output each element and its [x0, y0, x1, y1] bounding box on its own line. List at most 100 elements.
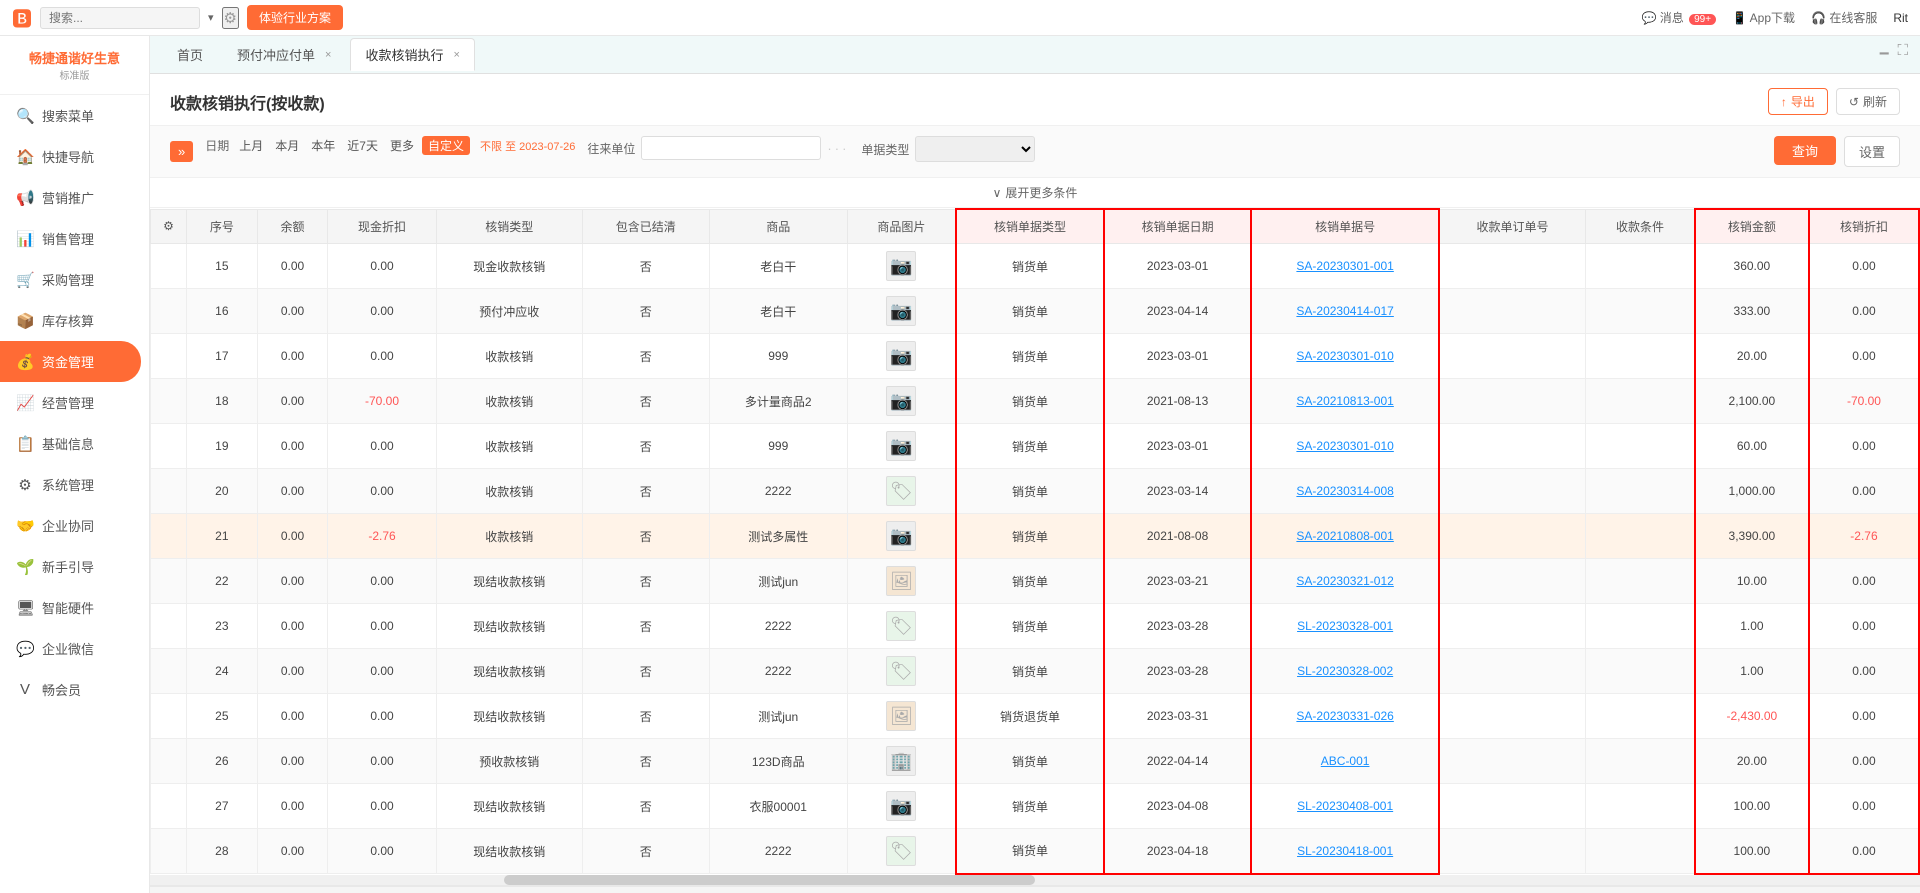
page-title: 收款核销执行(按收款) [170, 90, 325, 114]
cell-product: 多计量商品2 [709, 379, 847, 424]
sidebar-item-hardware[interactable]: 🖥 智能硬件 [0, 587, 149, 628]
scroll-indicator [504, 875, 1035, 885]
cell-cash-discount: 0.00 [328, 244, 436, 289]
cell-writeoff-amount: 20.00 [1695, 334, 1809, 379]
cell-cash-discount: 0.00 [328, 649, 436, 694]
tab-prepayment[interactable]: 预付冲应付单 × [222, 38, 346, 71]
sidebar-item-basic-info[interactable]: 📋 基础信息 [0, 423, 149, 464]
cell-product-img: 🖼 [847, 694, 956, 739]
page-actions: ↑ 导出 ↺ 刷新 [1768, 88, 1900, 115]
cell-product-img: 🖼 [847, 559, 956, 604]
sidebar-item-search[interactable]: 🔍 搜索菜单 [0, 95, 149, 136]
operation-icon: 📈 [16, 394, 34, 412]
dropdown-arrow[interactable]: ▾ [208, 11, 214, 24]
bill-type-label: 单据类型 [861, 141, 909, 158]
export-button[interactable]: ↑ 导出 [1768, 88, 1828, 115]
cell-product-img: 🏷 [847, 604, 956, 649]
cell-writeoff-amount: 10.00 [1695, 559, 1809, 604]
tab-minimize-icon[interactable]: 🗕 [1879, 42, 1890, 67]
sidebar-item-nav[interactable]: 🏠 快捷导航 [0, 136, 149, 177]
cell-writeoff-amount: 1.00 [1695, 604, 1809, 649]
tab-writeoff-close[interactable]: × [453, 49, 459, 61]
sidebar-item-sales[interactable]: 📊 销售管理 [0, 218, 149, 259]
cell-bill-no[interactable]: SL-20230408-001 [1251, 784, 1438, 829]
sidebar-item-member[interactable]: V 畅会员 [0, 669, 149, 710]
cell-writeoff-type: 收款核销 [436, 334, 582, 379]
cell-bill-no[interactable]: SA-20230301-010 [1251, 424, 1438, 469]
date-this-month[interactable]: 本月 [271, 136, 303, 155]
cell-receipt-condition [1586, 784, 1695, 829]
sidebar-item-operation[interactable]: 📈 经营管理 [0, 382, 149, 423]
messages-btn[interactable]: 💬 消息 99+ [1641, 9, 1716, 26]
date-7days[interactable]: 近7天 [343, 136, 382, 155]
cell-bill-no[interactable]: SA-20230321-012 [1251, 559, 1438, 604]
partner-input[interactable] [641, 136, 821, 160]
refresh-button[interactable]: ↺ 刷新 [1836, 88, 1900, 115]
table-scrollbar[interactable] [150, 875, 1920, 885]
cell-settings [151, 469, 187, 514]
date-last-month[interactable]: 上月 [235, 136, 267, 155]
expand-more-button[interactable]: ∨ 展开更多条件 [993, 184, 1078, 201]
bill-type-select[interactable] [915, 136, 1035, 162]
top-search-input[interactable] [40, 7, 200, 29]
cell-bill-no[interactable]: SL-20230328-002 [1251, 649, 1438, 694]
online-service-btn[interactable]: 🎧 在线客服 [1811, 9, 1877, 26]
sidebar-label-finance: 资金管理 [42, 352, 94, 371]
col-bill-no: 核销单据号 [1251, 209, 1438, 244]
cell-bill-no[interactable]: SA-20230331-026 [1251, 694, 1438, 739]
cell-seq: 17 [187, 334, 258, 379]
cell-bill-date: 2023-04-18 [1104, 829, 1252, 874]
sidebar-item-inventory[interactable]: 📦 库存核算 [0, 300, 149, 341]
marketing-icon: 📢 [16, 189, 34, 207]
cell-bill-no[interactable]: SA-20210808-001 [1251, 514, 1438, 559]
cell-product-img: 📷 [847, 379, 956, 424]
app-download-btn[interactable]: 📱 App下载 [1732, 9, 1795, 26]
cell-bill-type: 销货单 [956, 739, 1104, 784]
trial-button[interactable]: 体验行业方案 [247, 5, 343, 30]
date-label: 日期 [205, 137, 229, 154]
sidebar-item-collab[interactable]: 🤝 企业协同 [0, 505, 149, 546]
tab-writeoff[interactable]: 收款核销执行 × [350, 38, 474, 71]
query-button[interactable]: 查询 [1774, 136, 1836, 165]
sidebar-item-finance[interactable]: 💰 资金管理 [0, 341, 141, 382]
filter-expand-button[interactable]: » [170, 141, 193, 162]
top-bar-right: 💬 消息 99+ 📱 App下载 🎧 在线客服 Rit [1641, 9, 1908, 26]
cell-bill-no[interactable]: SA-20230301-001 [1251, 244, 1438, 289]
cell-balance: 0.00 [257, 739, 328, 784]
cell-bill-no[interactable]: SA-20230314-008 [1251, 469, 1438, 514]
settings-gear-icon[interactable]: ⚙ [222, 7, 239, 29]
cell-balance: 0.00 [257, 784, 328, 829]
cell-writeoff-discount: -2.76 [1809, 514, 1919, 559]
date-more[interactable]: 更多 [386, 136, 418, 155]
cell-receipt-condition [1586, 289, 1695, 334]
sidebar-item-system[interactable]: ⚙ 系统管理 [0, 464, 149, 505]
cell-bill-no[interactable]: SA-20230414-017 [1251, 289, 1438, 334]
cell-seq: 25 [187, 694, 258, 739]
sidebar-item-wechat[interactable]: 💬 企业微信 [0, 628, 149, 669]
date-this-year[interactable]: 本年 [307, 136, 339, 155]
cell-writeoff-type: 现结收款核销 [436, 649, 582, 694]
cell-bill-no[interactable]: SA-20210813-001 [1251, 379, 1438, 424]
cell-included-settled: 否 [582, 739, 709, 784]
sidebar-item-beginner[interactable]: 🌱 新手引导 [0, 546, 149, 587]
cell-bill-date: 2021-08-08 [1104, 514, 1252, 559]
cell-bill-no[interactable]: SL-20230328-001 [1251, 604, 1438, 649]
table-row: 170.000.00收款核销否999📷销货单2023-03-01SA-20230… [151, 334, 1920, 379]
column-settings-icon[interactable]: ⚙ [163, 219, 174, 233]
cell-cash-discount: 0.00 [328, 334, 436, 379]
cell-receipt-order-no [1439, 784, 1586, 829]
cell-receipt-condition [1586, 604, 1695, 649]
date-custom[interactable]: 自定义 [422, 136, 470, 155]
cell-bill-date: 2023-04-08 [1104, 784, 1252, 829]
tab-expand-icon[interactable]: ⛶ [1897, 42, 1908, 67]
tab-prepayment-close[interactable]: × [325, 49, 331, 61]
tab-home[interactable]: 首页 [162, 38, 218, 71]
sidebar-item-purchase[interactable]: 🛒 采购管理 [0, 259, 149, 300]
filter-settings-button[interactable]: 设置 [1844, 136, 1900, 167]
sidebar-item-marketing[interactable]: 📢 营销推广 [0, 177, 149, 218]
cell-bill-no[interactable]: SA-20230301-010 [1251, 334, 1438, 379]
table-row: 270.000.00现结收款核销否衣服00001📷销货单2023-04-08SL… [151, 784, 1920, 829]
cell-seq: 22 [187, 559, 258, 604]
cell-bill-no[interactable]: ABC-001 [1251, 739, 1438, 784]
cell-bill-no[interactable]: SL-20230418-001 [1251, 829, 1438, 874]
